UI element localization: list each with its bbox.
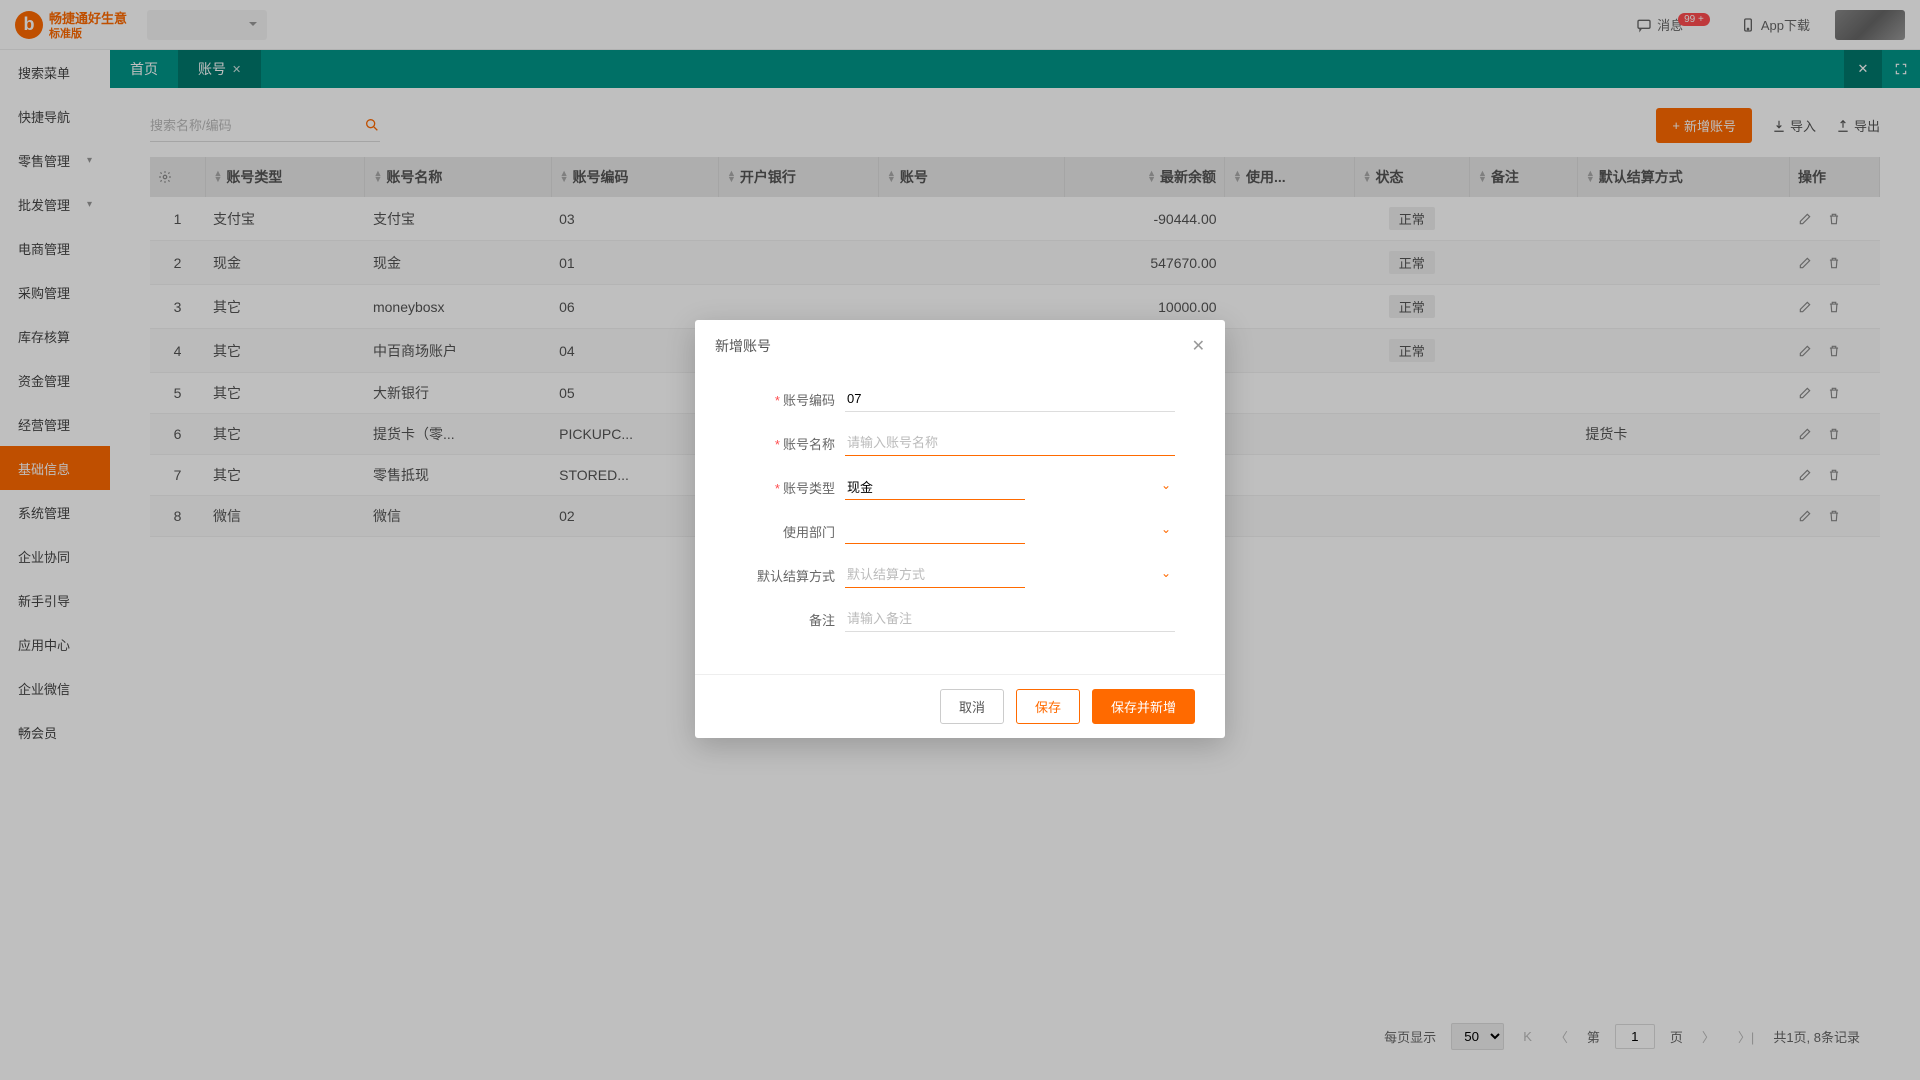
field-type-select[interactable] [845,474,1025,500]
field-code-label: 账号编码 [783,393,835,408]
modal-overlay: 新增账号 ✕ *账号编码 *账号名称 *账号类型 ⌄ 使用部门 [0,0,1920,1080]
field-type-label: 账号类型 [783,481,835,496]
save-button[interactable]: 保存 [1016,689,1080,724]
field-settle-label: 默认结算方式 [757,569,835,584]
modal-title: 新增账号 [715,336,771,356]
add-account-modal: 新增账号 ✕ *账号编码 *账号名称 *账号类型 ⌄ 使用部门 [695,320,1225,738]
field-dept-label: 使用部门 [783,525,835,540]
cancel-button[interactable]: 取消 [940,689,1004,724]
field-name-input[interactable] [845,430,1175,456]
save-and-new-button[interactable]: 保存并新增 [1092,689,1195,724]
field-remark-input[interactable] [845,606,1175,632]
field-name-label: 账号名称 [783,437,835,452]
modal-close-button[interactable]: ✕ [1192,336,1205,356]
chevron-down-icon: ⌄ [1161,478,1171,492]
field-code-input[interactable] [845,386,1175,412]
field-dept-select[interactable] [845,518,1025,544]
field-settle-select[interactable] [845,562,1025,588]
chevron-down-icon: ⌄ [1161,566,1171,580]
chevron-down-icon: ⌄ [1161,522,1171,536]
field-remark-label: 备注 [809,613,835,628]
